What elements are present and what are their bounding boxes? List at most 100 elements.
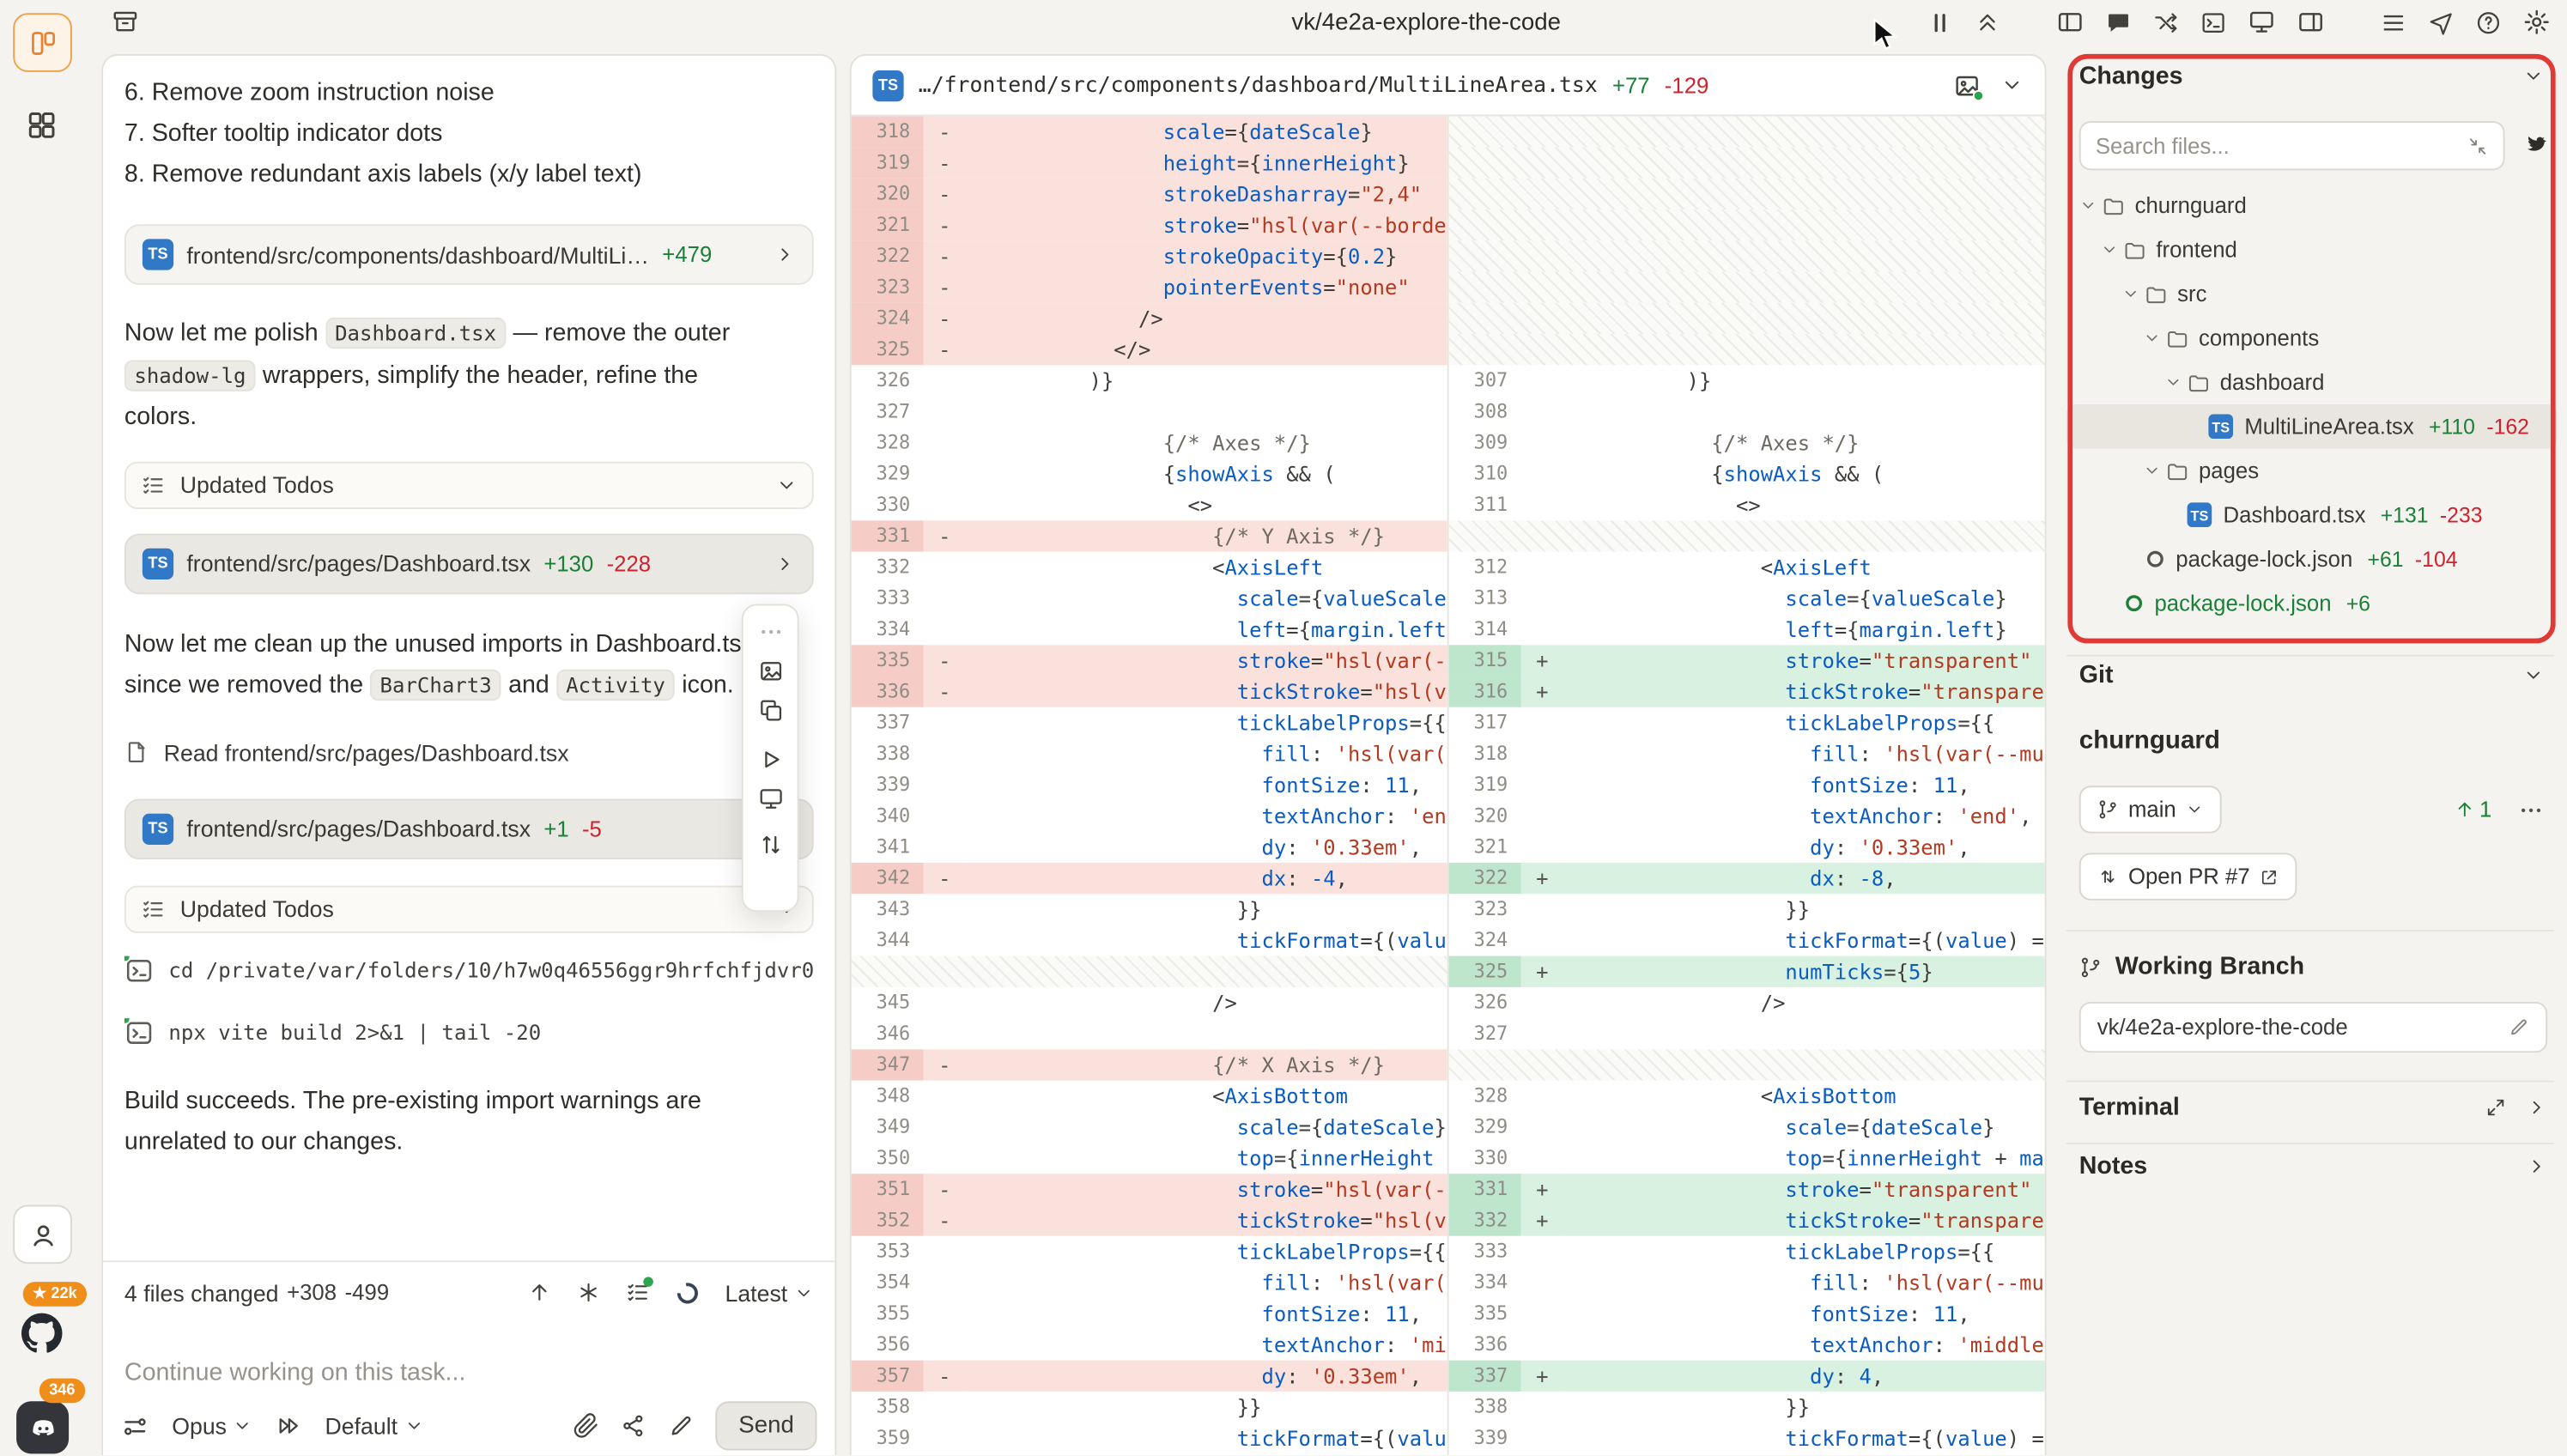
- file-name: frontend/src/pages/Dashboard.tsx: [186, 816, 531, 842]
- diff-gap-row: [1449, 240, 2045, 271]
- github-icon[interactable]: [18, 1310, 65, 1357]
- diff-code: height={innerHeight}: [966, 148, 1447, 179]
- diff-row: 355 fontSize: 11,: [852, 1298, 1447, 1329]
- read-file-row[interactable]: Read frontend/src/pages/Dashboard.tsx: [124, 739, 814, 766]
- grid-icon[interactable]: [25, 108, 59, 143]
- tree-file-MultiLineArea.tsx[interactable]: TSMultiLineArea.tsx+110-162: [2066, 404, 2557, 448]
- terminal-command-row[interactable]: npx vite build 2>&1 | tail -20: [124, 1017, 814, 1046]
- pencil-icon[interactable]: [2508, 1016, 2529, 1038]
- diff-code: tickLabelProps={{: [966, 1236, 1447, 1267]
- chevron-down-icon[interactable]: [2000, 74, 2024, 97]
- mode-dropdown[interactable]: Default: [325, 1413, 423, 1440]
- diff-code: )}: [1563, 365, 2045, 396]
- send-button[interactable]: Send: [716, 1401, 817, 1450]
- discord-icon[interactable]: [16, 1401, 69, 1453]
- file-change-chip[interactable]: TS frontend/src/pages/Dashboard.tsx +130…: [124, 533, 814, 594]
- diff-line-number: 334: [852, 614, 924, 645]
- copy-icon[interactable]: [757, 697, 784, 724]
- more-options-icon[interactable]: [757, 619, 784, 646]
- working-branch-input[interactable]: vk/4e2a-explore-the-code: [2079, 1002, 2547, 1053]
- account-icon[interactable]: [13, 1204, 72, 1264]
- sliders-icon[interactable]: [121, 1412, 149, 1440]
- diff-row: 351- stroke="hsl(var(--border))": [852, 1174, 1447, 1204]
- asterisk-icon[interactable]: [576, 1280, 601, 1305]
- search-input[interactable]: Search files...: [2079, 121, 2505, 170]
- fast-forward-icon[interactable]: [276, 1413, 302, 1440]
- search-placeholder: Search files...: [2096, 133, 2230, 158]
- chevron-right-icon[interactable]: [2526, 1156, 2547, 1177]
- chevron-down-icon[interactable]: [2523, 65, 2545, 87]
- bird-icon[interactable]: [2520, 132, 2547, 160]
- terminal-command-row[interactable]: cd /private/var/folders/10/h7w0q46556ggr…: [124, 956, 814, 985]
- chevron-down-icon[interactable]: [2523, 664, 2545, 686]
- todos-status-icon[interactable]: [625, 1280, 650, 1305]
- chevron-right-icon[interactable]: [2526, 1097, 2547, 1119]
- git-section-header[interactable]: Git: [2079, 661, 2545, 689]
- updated-todos-row[interactable]: Updated Todos: [124, 885, 814, 932]
- pen-icon[interactable]: [668, 1413, 695, 1440]
- changes-section-header[interactable]: Changes: [2079, 62, 2545, 89]
- file-change-chip[interactable]: TS frontend/src/components/dashboard/Mul…: [124, 224, 814, 285]
- up-arrow-icon[interactable]: [527, 1280, 552, 1305]
- model-dropdown[interactable]: Opus: [172, 1413, 252, 1440]
- version-dropdown[interactable]: Latest: [725, 1279, 813, 1306]
- repo-name: churnguard: [2079, 727, 2220, 756]
- tree-file-Dashboard.tsx[interactable]: TSDashboard.tsx+131-233: [2066, 493, 2557, 537]
- todo-list-item: 6. Remove zoom instruction noise: [124, 72, 814, 113]
- tree-folder-churnguard[interactable]: churnguard: [2066, 184, 2557, 228]
- app-logo[interactable]: [13, 13, 72, 72]
- tree-folder-src[interactable]: src: [2066, 272, 2557, 316]
- diff-line-number: 328: [852, 428, 924, 458]
- diff-code: }}: [1563, 894, 2045, 925]
- files-changed-label: 4 files changed: [124, 1279, 279, 1306]
- image-icon[interactable]: [757, 658, 784, 685]
- chat-input[interactable]: Continue working on this task...: [124, 1359, 465, 1386]
- collapse-inward-icon[interactable]: [2467, 135, 2489, 156]
- diff-marker: [923, 894, 966, 925]
- diff-line-number: 318: [852, 116, 924, 147]
- package-icon: [2123, 592, 2145, 614]
- archive-icon[interactable]: [112, 9, 139, 36]
- diff-new-column[interactable]: 307 )}308309 {/* Axes */}310 {showAxis &…: [1447, 116, 2045, 1455]
- notes-section-header[interactable]: Notes: [2079, 1152, 2547, 1180]
- diff-row: 333 tickLabelProps={{: [1449, 1236, 2045, 1267]
- discord-count-badge[interactable]: 346: [39, 1379, 85, 1404]
- diff-marker: [1521, 428, 1564, 458]
- file-change-chip[interactable]: TS frontend/src/pages/Dashboard.tsx +1 -…: [124, 798, 814, 859]
- compare-icon[interactable]: [757, 832, 784, 858]
- tree-folder-components[interactable]: components: [2066, 316, 2557, 360]
- share-nodes-icon[interactable]: [621, 1413, 647, 1440]
- diff-marker: [1521, 1018, 1564, 1049]
- tree-folder-frontend[interactable]: frontend: [2066, 228, 2557, 271]
- github-stars-badge[interactable]: ★ 22k: [23, 1282, 87, 1307]
- pause-icon[interactable]: [1927, 9, 1953, 35]
- diff-line-number: 345: [852, 987, 924, 1018]
- tree-file-package-lock.json[interactable]: package-lock.json+61-104: [2066, 537, 2557, 580]
- expand-icon[interactable]: [2485, 1097, 2507, 1119]
- diff-old-column[interactable]: 318- scale={dateScale}319- height={inner…: [852, 116, 1447, 1455]
- diff-marker: -: [923, 520, 966, 551]
- diff-row: 326 />: [1449, 987, 2045, 1018]
- run-icon[interactable]: [757, 747, 784, 774]
- tree-item-label: churnguard: [2135, 193, 2247, 218]
- tree-folder-pages[interactable]: pages: [2066, 448, 2557, 492]
- diff-marker: [923, 1236, 966, 1267]
- preview-icon[interactable]: [757, 786, 784, 812]
- diff-gap-row: [1449, 520, 2045, 551]
- updated-todos-row[interactable]: Updated Todos: [124, 461, 814, 508]
- collapse-all-icon[interactable]: [1975, 9, 2001, 35]
- tree-item-label: Dashboard.tsx: [2224, 502, 2366, 527]
- diff-row: 350 top={innerHeight + margin.top}: [852, 1143, 1447, 1174]
- diff-code: {/* Y Axis */}: [966, 520, 1447, 551]
- open-pr-button[interactable]: Open PR #7: [2079, 852, 2297, 900]
- added-total: +308: [287, 1280, 337, 1305]
- paperclip-icon[interactable]: [573, 1413, 600, 1440]
- terminal-section-header[interactable]: Terminal: [2079, 1094, 2547, 1121]
- view-toggle-icon[interactable]: [1953, 71, 1981, 99]
- tree-file-package-lock.json[interactable]: package-lock.json+6: [2066, 581, 2557, 625]
- branch-selector[interactable]: main: [2079, 786, 2222, 833]
- more-options-icon[interactable]: [2518, 797, 2545, 823]
- diff-marker: [1521, 1112, 1564, 1143]
- working-branch-value: vk/4e2a-explore-the-code: [2097, 1015, 2348, 1040]
- tree-folder-dashboard[interactable]: dashboard: [2066, 361, 2557, 404]
